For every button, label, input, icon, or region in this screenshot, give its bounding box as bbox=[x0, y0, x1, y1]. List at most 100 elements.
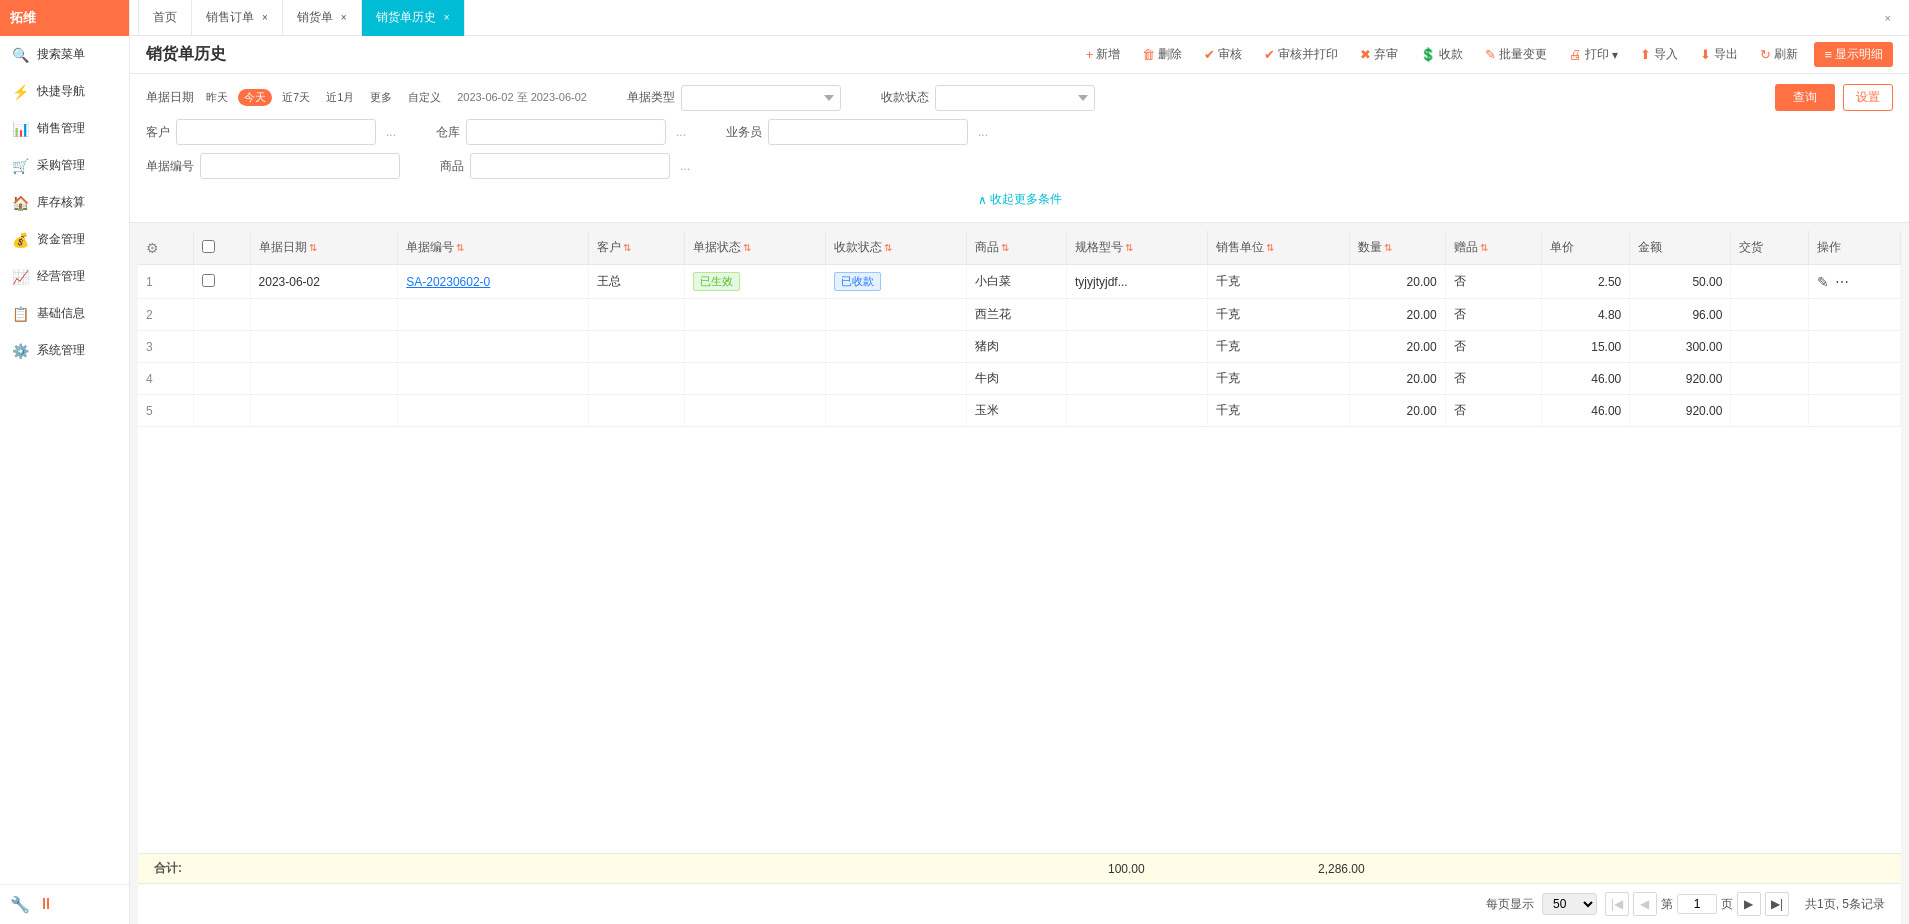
collect-button[interactable]: 💲 收款 bbox=[1414, 43, 1469, 66]
collapse-arrow: ∧ bbox=[978, 193, 987, 207]
sort-paymentstatus-icon[interactable]: ⇅ bbox=[884, 242, 892, 253]
first-page-btn[interactable]: |◀ bbox=[1605, 892, 1629, 916]
payment-status-select[interactable] bbox=[935, 85, 1095, 111]
sort-spec-icon[interactable]: ⇅ bbox=[1125, 242, 1133, 253]
row-number: 2 bbox=[146, 308, 153, 322]
tab-sales-order[interactable]: 销售订单 × bbox=[192, 0, 283, 36]
sidebar-item-label: 采购管理 bbox=[37, 157, 85, 174]
sort-qty-icon[interactable]: ⇅ bbox=[1384, 242, 1392, 253]
tab-sales-order-close[interactable]: × bbox=[262, 12, 268, 23]
sort-docno-icon[interactable]: ⇅ bbox=[456, 242, 464, 253]
import-button[interactable]: ⬆ 导入 bbox=[1634, 43, 1684, 66]
sort-unit-icon[interactable]: ⇅ bbox=[1266, 242, 1274, 253]
sidebar-item-sales[interactable]: 📊 销售管理 bbox=[0, 110, 129, 147]
batch-change-button[interactable]: ✎ 批量变更 bbox=[1479, 43, 1553, 66]
row-checkbox[interactable] bbox=[202, 274, 215, 287]
docno-link[interactable]: SA-20230602-0 bbox=[406, 275, 490, 289]
cell-docstatus bbox=[684, 363, 825, 395]
customer-dots[interactable]: ... bbox=[386, 125, 396, 139]
sidebar-item-inventory[interactable]: 🏠 库存核算 bbox=[0, 184, 129, 221]
date-chip-1month[interactable]: 近1月 bbox=[320, 89, 360, 106]
prev-page-btn[interactable]: ◀ bbox=[1633, 892, 1657, 916]
edit-op-icon[interactable]: ✎ bbox=[1817, 274, 1829, 290]
date-chip-7days[interactable]: 近7天 bbox=[276, 89, 316, 106]
goods-dots[interactable]: ... bbox=[680, 159, 690, 173]
sidebar-item-shortcuts[interactable]: ⚡ 快捷导航 bbox=[0, 73, 129, 110]
sort-customer-icon[interactable]: ⇅ bbox=[623, 242, 631, 253]
cart-icon: 🛒 bbox=[12, 158, 29, 174]
tab-sales-history-close[interactable]: × bbox=[444, 12, 450, 23]
last-page-btn[interactable]: ▶| bbox=[1765, 892, 1789, 916]
settings-button[interactable]: 设置 bbox=[1843, 84, 1893, 111]
col-customer: 客户⇅ bbox=[588, 231, 684, 265]
col-gear[interactable]: ⚙ bbox=[138, 231, 194, 265]
cell-gift: 否 bbox=[1445, 363, 1541, 395]
show-detail-button[interactable]: ≡ 显示明细 bbox=[1814, 42, 1893, 67]
cell-checkbox bbox=[194, 265, 251, 299]
sidebar-item-finance[interactable]: 💰 资金管理 bbox=[0, 221, 129, 258]
delete-button[interactable]: 🗑 删除 bbox=[1136, 43, 1188, 66]
select-all-checkbox[interactable] bbox=[202, 240, 215, 253]
cell-gift: 否 bbox=[1445, 395, 1541, 427]
sidebar-item-management[interactable]: 📈 经营管理 bbox=[0, 258, 129, 295]
salesperson-input[interactable] bbox=[768, 119, 968, 145]
add-button[interactable]: + 新增 bbox=[1080, 43, 1127, 66]
audit-button[interactable]: ✔ 审核 bbox=[1198, 43, 1248, 66]
cell-ops bbox=[1808, 395, 1900, 427]
cell-delivery bbox=[1731, 331, 1808, 363]
cell-docstatus bbox=[684, 331, 825, 363]
sidebar-bottom-icon1[interactable]: 🔧 bbox=[10, 895, 30, 914]
warehouse-dots[interactable]: ... bbox=[676, 125, 686, 139]
doc-type-filter-group: 单据类型 bbox=[627, 85, 841, 111]
sort-gift-icon[interactable]: ⇅ bbox=[1480, 242, 1488, 253]
audit-print-button[interactable]: ✔ 审核并打印 bbox=[1258, 43, 1344, 66]
tab-sales-invoice[interactable]: 销货单 × bbox=[283, 0, 362, 36]
goods-input[interactable] bbox=[470, 153, 670, 179]
customer-label: 客户 bbox=[146, 124, 170, 141]
cell-docno bbox=[398, 363, 588, 395]
tab-sales-invoice-close[interactable]: × bbox=[341, 12, 347, 23]
col-spec: 规格型号⇅ bbox=[1067, 231, 1208, 265]
sort-goods-icon[interactable]: ⇅ bbox=[1001, 242, 1009, 253]
close-all-tabs[interactable]: × bbox=[1875, 12, 1901, 24]
cell-spec: tyjyjtyjdf... bbox=[1067, 265, 1208, 299]
sidebar-item-label: 快捷导航 bbox=[37, 83, 85, 100]
export-button[interactable]: ⬇ 导出 bbox=[1694, 43, 1744, 66]
next-page-btn[interactable]: ▶ bbox=[1737, 892, 1761, 916]
date-chip-today[interactable]: 今天 bbox=[238, 89, 272, 106]
docno-input[interactable] bbox=[200, 153, 400, 179]
warehouse-input[interactable] bbox=[466, 119, 666, 145]
customer-input[interactable] bbox=[176, 119, 376, 145]
per-page-select[interactable]: 50 100 bbox=[1542, 893, 1597, 915]
sort-date-icon[interactable]: ⇅ bbox=[309, 242, 317, 253]
sidebar-item-search[interactable]: 🔍 搜索菜单 bbox=[0, 36, 129, 73]
salesperson-dots[interactable]: ... bbox=[978, 125, 988, 139]
page-num-input[interactable] bbox=[1677, 894, 1717, 914]
cancel-audit-button[interactable]: ✖ 弃审 bbox=[1354, 43, 1404, 66]
sidebar-item-base-info[interactable]: 📋 基础信息 bbox=[0, 295, 129, 332]
query-button[interactable]: 查询 bbox=[1775, 84, 1835, 111]
sidebar-bottom-icon2[interactable]: ⏸ bbox=[38, 895, 54, 914]
cell-date bbox=[250, 363, 398, 395]
col-operation: 操作 bbox=[1808, 231, 1900, 265]
sidebar-item-system[interactable]: ⚙️ 系统管理 bbox=[0, 332, 129, 369]
tab-home[interactable]: 首页 bbox=[138, 0, 192, 36]
date-chip-yesterday[interactable]: 昨天 bbox=[200, 89, 234, 106]
more-op-icon[interactable]: ⋯ bbox=[1835, 274, 1849, 290]
print-button[interactable]: 🖨 打印 ▾ bbox=[1563, 43, 1624, 66]
cell-customer bbox=[588, 363, 684, 395]
gear-column-icon[interactable]: ⚙ bbox=[146, 240, 159, 256]
date-chip-more[interactable]: 更多 bbox=[364, 89, 398, 106]
date-chip-custom[interactable]: 自定义 bbox=[402, 89, 447, 106]
collapse-button[interactable]: ∧ 收起更多条件 bbox=[146, 187, 1893, 212]
sidebar-item-purchase[interactable]: 🛒 采购管理 bbox=[0, 147, 129, 184]
import-icon: ⬆ bbox=[1640, 47, 1651, 62]
collapse-label: 收起更多条件 bbox=[990, 191, 1062, 208]
cell-qty: 20.00 bbox=[1349, 395, 1445, 427]
refresh-button[interactable]: ↻ 刷新 bbox=[1754, 43, 1804, 66]
tab-sales-history[interactable]: 销货单历史 × bbox=[362, 0, 465, 36]
detail-icon: ≡ bbox=[1824, 47, 1832, 62]
sort-docstatus-icon[interactable]: ⇅ bbox=[743, 242, 751, 253]
doc-type-select[interactable] bbox=[681, 85, 841, 111]
audit-icon: ✔ bbox=[1204, 47, 1215, 62]
